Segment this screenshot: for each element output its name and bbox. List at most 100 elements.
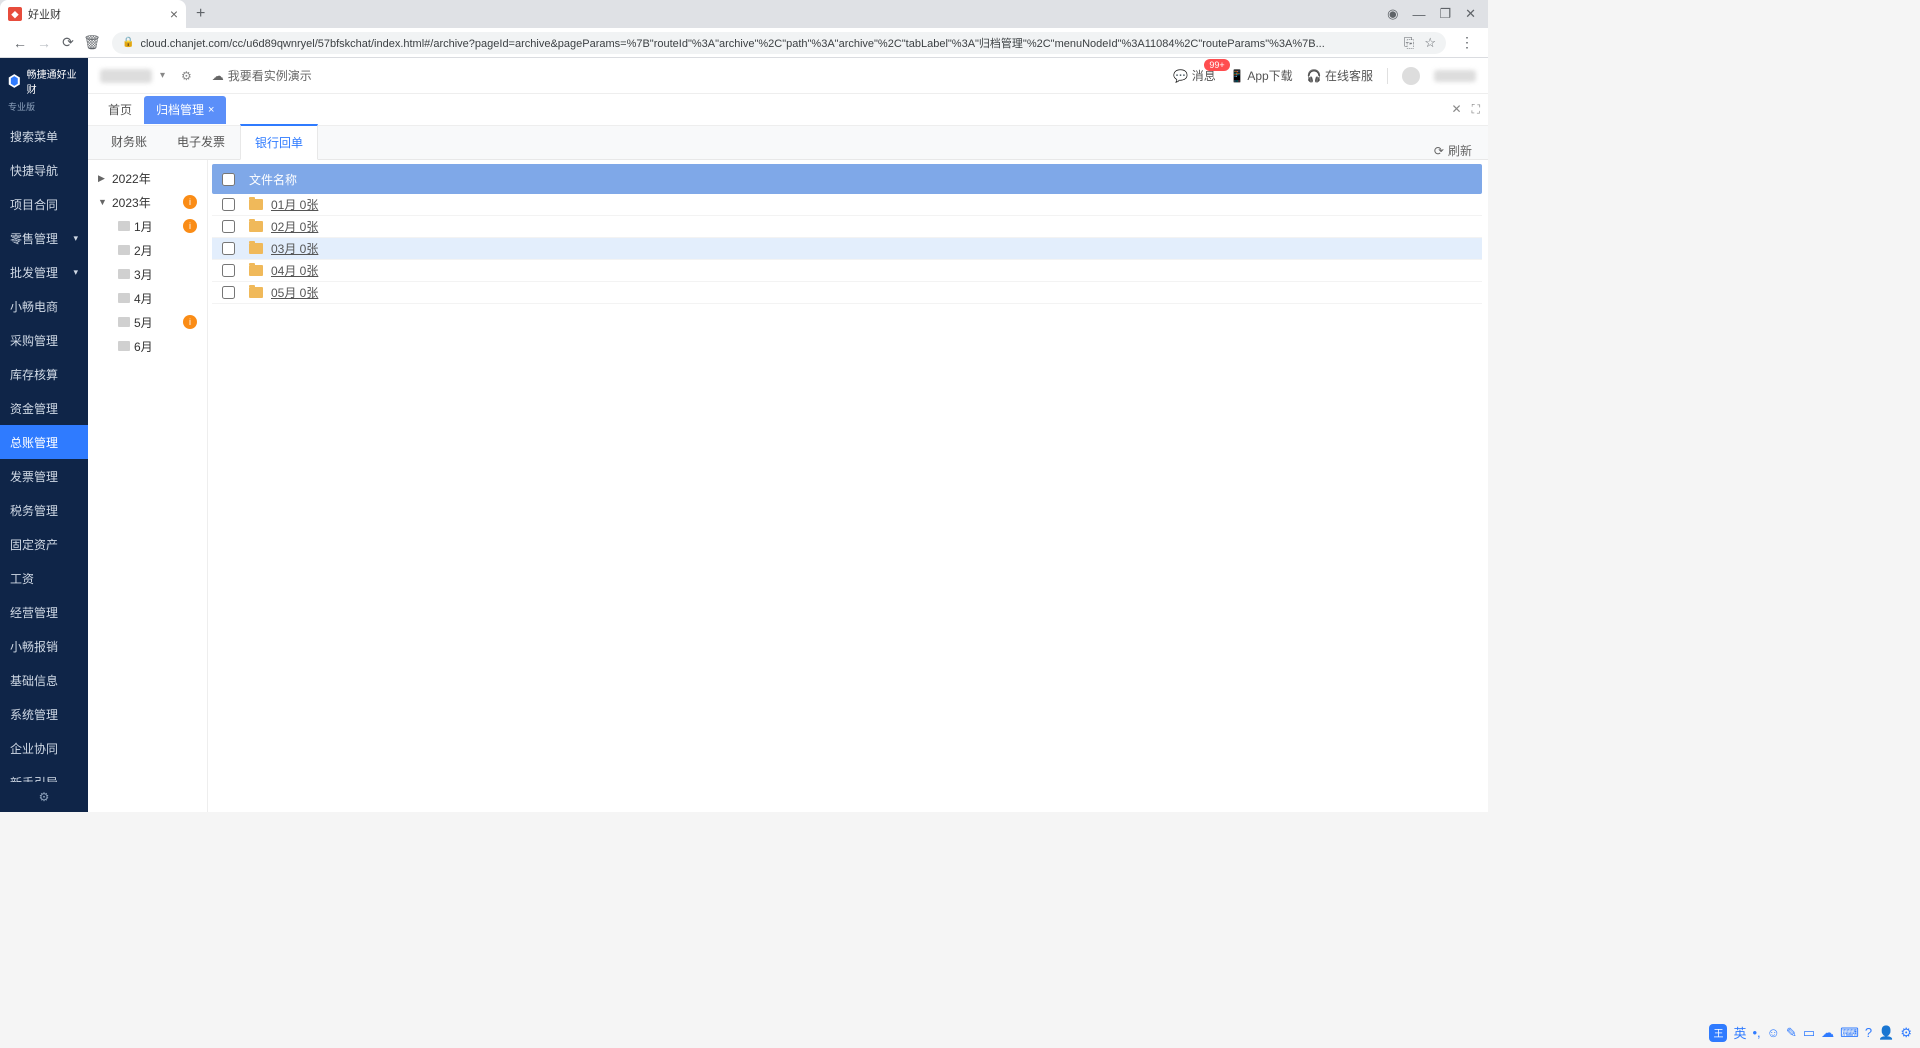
sidebar-item[interactable]: 企业协同	[0, 731, 88, 765]
tree-node-month[interactable]: 5月i	[88, 310, 207, 334]
tree-node-month[interactable]: 1月i	[88, 214, 207, 238]
new-tab-button[interactable]: +	[196, 5, 205, 23]
sub-tabs: 财务账 电子发票 银行回单 ⟳ 刷新	[88, 126, 1488, 160]
tab-close-icon[interactable]: ×	[208, 104, 214, 116]
tree-node-month[interactable]: 6月	[88, 334, 207, 358]
sidebar-item[interactable]: 库存核算	[0, 357, 88, 391]
tree-label: 1月	[134, 218, 153, 235]
sidebar-item[interactable]: 小畅电商	[0, 289, 88, 323]
subtab-bank[interactable]: 银行回单	[240, 124, 318, 160]
back-button[interactable]: ←	[8, 35, 32, 51]
org-name-redacted	[100, 69, 152, 83]
sidebar-item[interactable]: 小畅报销	[0, 629, 88, 663]
bookmark-icon[interactable]: ☆	[1424, 35, 1436, 51]
sidebar-item[interactable]: 系统管理	[0, 697, 88, 731]
ime-pill[interactable]: 王	[1709, 1024, 1727, 1042]
ime-cloud-icon[interactable]: ☁	[1821, 1025, 1834, 1041]
maximize-icon[interactable]: ❐	[1439, 6, 1451, 22]
sidebar-item[interactable]: 搜索菜单	[0, 119, 88, 153]
sidebar-item[interactable]: 快捷导航	[0, 153, 88, 187]
sidebar-item[interactable]: 采购管理	[0, 323, 88, 357]
expand-icon[interactable]: ▶	[98, 173, 108, 184]
close-window-icon[interactable]: ✕	[1465, 6, 1476, 22]
select-all-checkbox[interactable]	[222, 173, 235, 186]
ime-keyboard-icon[interactable]: ⌨	[1840, 1025, 1859, 1041]
demo-link[interactable]: ☁ 我要看实例演示	[212, 67, 312, 84]
avatar[interactable]	[1402, 67, 1420, 85]
file-row[interactable]: 03月 0张	[212, 238, 1482, 260]
tree-node-month[interactable]: 4月	[88, 286, 207, 310]
ime-settings-icon[interactable]: ⚙	[1900, 1025, 1912, 1041]
tree-node-2022[interactable]: ▶ 2022年	[88, 166, 207, 190]
sidebar-menu: 搜索菜单快捷导航项目合同零售管理▾批发管理▾小畅电商采购管理库存核算资金管理总账…	[0, 119, 88, 782]
browser-tab[interactable]: ◆ 好业财 ×	[0, 0, 186, 28]
ime-lang[interactable]: 英	[1733, 1023, 1746, 1042]
file-row[interactable]: 05月 0张	[212, 282, 1482, 304]
sidebar-item[interactable]: 固定资产	[0, 527, 88, 561]
sidebar-item[interactable]: 资金管理	[0, 391, 88, 425]
ime-clipboard-icon[interactable]: ▭	[1803, 1025, 1815, 1041]
sidebar-item[interactable]: 新手引导	[0, 765, 88, 782]
messages-button[interactable]: 💬 消息 99+	[1173, 67, 1215, 84]
app-download-button[interactable]: 📱 App下载	[1230, 67, 1293, 84]
column-header-filename: 文件名称	[249, 171, 297, 188]
ime-punct-icon[interactable]: •,	[1753, 1025, 1761, 1040]
sidebar-settings-icon[interactable]: ⚙	[0, 782, 88, 812]
file-name-link[interactable]: 04月 0张	[271, 262, 318, 279]
sidebar-item[interactable]: 基础信息	[0, 663, 88, 697]
row-checkbox[interactable]	[222, 220, 235, 233]
ime-edit-icon[interactable]: ✎	[1786, 1025, 1797, 1041]
tab-home[interactable]: 首页	[96, 94, 144, 126]
sidebar-item-label: 新手引导	[10, 774, 58, 783]
sidebar-item[interactable]: 总账管理	[0, 425, 88, 459]
tab-archive[interactable]: 归档管理 ×	[144, 96, 226, 124]
forward-button[interactable]: →	[32, 35, 56, 51]
account-icon[interactable]: ◉	[1387, 6, 1398, 22]
file-name-link[interactable]: 05月 0张	[271, 284, 318, 301]
file-name-link[interactable]: 03月 0张	[271, 240, 318, 257]
sidebar-item[interactable]: 批发管理▾	[0, 255, 88, 289]
file-name-link[interactable]: 01月 0张	[271, 196, 318, 213]
tree-label: 6月	[134, 338, 153, 355]
sidebar-item[interactable]: 税务管理	[0, 493, 88, 527]
sidebar-item-label: 企业协同	[10, 740, 58, 757]
sidebar-item[interactable]: 工资	[0, 561, 88, 595]
fullscreen-icon[interactable]: ⛶	[1472, 102, 1480, 117]
org-selector[interactable]: ▾ ⚙	[100, 69, 192, 83]
row-checkbox[interactable]	[222, 264, 235, 277]
minimize-icon[interactable]: —	[1412, 7, 1425, 22]
row-checkbox[interactable]	[222, 242, 235, 255]
ime-emoji-icon[interactable]: ☺	[1767, 1025, 1780, 1040]
gear-icon[interactable]: ⚙	[181, 69, 192, 83]
tree-node-2023[interactable]: ▼ 2023年 i	[88, 190, 207, 214]
collapse-icon[interactable]: ▼	[98, 197, 108, 207]
ime-help-icon[interactable]: ?	[1865, 1025, 1872, 1040]
row-checkbox[interactable]	[222, 198, 235, 211]
app-download-label: App下载	[1247, 69, 1292, 83]
subtab-invoice[interactable]: 电子发票	[162, 124, 240, 159]
sidebar-item[interactable]: 发票管理	[0, 459, 88, 493]
tab-close-icon[interactable]: ×	[170, 6, 178, 22]
tree-node-month[interactable]: 2月	[88, 238, 207, 262]
subtab-finance[interactable]: 财务账	[96, 124, 162, 159]
online-service-button[interactable]: 🎧 在线客服	[1307, 67, 1373, 84]
folder-icon	[118, 245, 130, 255]
trash-icon[interactable]: 🗑	[80, 34, 104, 51]
ime-user-icon[interactable]: 👤	[1878, 1025, 1894, 1041]
install-icon[interactable]: ⎘	[1404, 35, 1414, 51]
file-name-link[interactable]: 02月 0张	[271, 218, 318, 235]
url-bar[interactable]: 🔒 cloud.chanjet.com/cc/u6d89qwnryel/57bf…	[112, 32, 1446, 54]
sidebar-item[interactable]: 项目合同	[0, 187, 88, 221]
sidebar-item[interactable]: 经营管理	[0, 595, 88, 629]
tree-node-month[interactable]: 3月	[88, 262, 207, 286]
file-row[interactable]: 02月 0张	[212, 216, 1482, 238]
file-row[interactable]: 04月 0张	[212, 260, 1482, 282]
close-all-icon[interactable]: ✕	[1452, 102, 1462, 117]
row-checkbox[interactable]	[222, 286, 235, 299]
file-row[interactable]: 01月 0张	[212, 194, 1482, 216]
reload-button[interactable]: ⟳	[56, 34, 80, 51]
sidebar-item[interactable]: 零售管理▾	[0, 221, 88, 255]
tree-label: 4月	[134, 290, 153, 307]
refresh-button[interactable]: ⟳ 刷新	[1434, 142, 1480, 159]
menu-icon[interactable]: ⋮	[1460, 34, 1474, 51]
